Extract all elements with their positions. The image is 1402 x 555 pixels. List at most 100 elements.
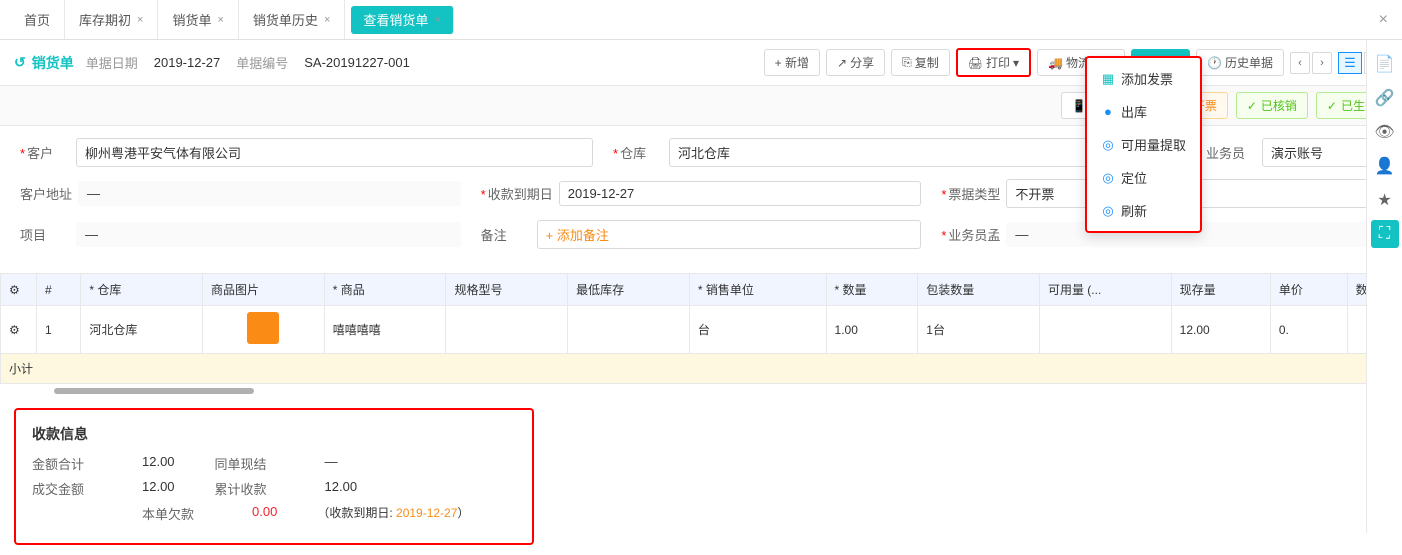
history-button[interactable]: 🕐 历史单据 (1196, 49, 1284, 76)
row-product: 嘻嘻嘻嘻 (324, 306, 446, 354)
subtotal-label: 小计 (1, 354, 1402, 384)
sales-order-icon: ↺ (14, 54, 26, 71)
total-amount-label: 金额合计 (32, 454, 102, 473)
col-available: 可用量 (... (1039, 274, 1171, 306)
payment-date-label: 收款到期日 (481, 184, 553, 203)
check-button[interactable]: ✓ 已核销 (1236, 92, 1308, 119)
tab-sales-order-close[interactable]: × (217, 14, 223, 26)
row-num: 1 (37, 306, 81, 354)
col-unit-price: 单价 (1270, 274, 1347, 306)
row-product-img (203, 306, 325, 354)
cumulative-label: 累计收款 (215, 479, 285, 498)
share-icon: ↗ (837, 56, 847, 70)
col-gear: ⚙ (1, 274, 37, 306)
history-icon: 🕐 (1207, 56, 1222, 70)
invoice-label: 票据类型 (941, 184, 1000, 203)
due-date-note: （收款到期日: 2019-12-27） (317, 504, 469, 523)
col-product-img: 商品图片 (203, 274, 325, 306)
window-close-button[interactable]: × (1379, 11, 1388, 29)
sidebar-eye-icon[interactable]: 👁 (1371, 118, 1399, 146)
current-due-value: 0.00 (252, 504, 277, 523)
prev-arrow[interactable]: ‹ (1290, 52, 1310, 74)
project-value: — (76, 222, 461, 247)
row-gear[interactable]: ⚙ (1, 306, 37, 354)
tab-view-sales[interactable]: 查看销货单 × (351, 6, 453, 34)
print-icon: 🖨 (968, 56, 983, 70)
horizontal-scrollbar[interactable] (54, 388, 254, 394)
tab-home[interactable]: 首页 (10, 0, 65, 39)
check-icon: ✓ (1247, 99, 1257, 113)
same-order-label: 同单现结 (215, 454, 285, 473)
doc-meta: 单据日期 2019-12-27 单据编号 SA-20191227-001 (86, 53, 410, 72)
row-unit-price: 0. (1270, 306, 1347, 354)
copy-button[interactable]: ⎘ 复制 (891, 49, 950, 76)
doc-title: ↺ 销货单 (14, 53, 74, 73)
tab-sales-history-close[interactable]: × (324, 14, 330, 26)
dropdown-add-invoice[interactable]: ▦ 添加发票 (1087, 62, 1200, 95)
new-button[interactable]: + 新增 (764, 49, 820, 76)
col-quantity: * 数量 (826, 274, 918, 306)
col-min-stock: 最低库存 (568, 274, 690, 306)
dropdown-ship-out[interactable]: ● 出库 (1087, 95, 1200, 128)
customer-label: 客户 (20, 143, 70, 162)
next-arrow[interactable]: › (1312, 52, 1332, 74)
sidebar-expand-icon[interactable]: ⛶ (1371, 220, 1399, 248)
due-date-value: 2019-12-27 (396, 506, 457, 520)
current-due-label (32, 504, 102, 523)
right-sidebar: 📄 🔗 👁 👤 ★ ⛶ (1366, 40, 1402, 533)
payment-date-value[interactable]: 2019-12-27 (559, 181, 922, 206)
tab-bar: 首页 库存期初 × 销货单 × 销货单历史 × 查看销货单 × × (0, 0, 1402, 40)
address-label: 客户地址 (20, 184, 72, 203)
total-amount-value: 12.00 (142, 454, 175, 473)
product-table: ⚙ # * 仓库 商品图片 * 商品 规格型号 最低库存 * 销售单位 * 数量… (0, 273, 1402, 384)
share-button[interactable]: ↗ 分享 (826, 49, 885, 76)
address-field: 客户地址 — (20, 181, 461, 206)
tab-sales-history[interactable]: 销货单历史 × (239, 0, 345, 39)
print-button[interactable]: 🖨 打印 ▾ (956, 48, 1031, 77)
ship-out-icon: ● (1101, 105, 1115, 119)
current-due-static-label: 本单欠款 (142, 504, 212, 523)
payment-row-3: 本单欠款 0.00 （收款到期日: 2019-12-27） (32, 504, 516, 523)
customer-value[interactable]: 柳州粤港平安气体有限公司 (76, 138, 593, 167)
payment-date-field: 收款到期日 2019-12-27 (481, 181, 922, 206)
note-label: 备注 (481, 225, 531, 244)
doc-title-area: ↺ 销货单 单据日期 2019-12-27 单据编号 SA-20191227-0… (14, 53, 410, 73)
table-scrollbar-area (14, 388, 1388, 394)
refresh-icon: ◎ (1101, 204, 1115, 218)
transaction-amount-value: 12.00 (142, 479, 175, 498)
tab-stock-init-close[interactable]: × (137, 14, 143, 26)
row-quantity: 1.00 (826, 306, 918, 354)
dropdown-locate[interactable]: ◎ 定位 (1087, 161, 1200, 194)
add-invoice-icon: ▦ (1101, 72, 1115, 86)
add-note-button[interactable]: + 添加备注 (537, 220, 922, 249)
available-qty-icon: ◎ (1101, 138, 1115, 152)
tab-stock-init[interactable]: 库存期初 × (65, 0, 158, 39)
col-spec: 规格型号 (446, 274, 568, 306)
table-row: ⚙ 1 河北仓库 嘻嘻嘻嘻 台 1.00 1台 12.00 0. (1, 306, 1402, 354)
warehouse-label: 仓库 (613, 143, 663, 162)
subtotal-row: 小计 (1, 354, 1402, 384)
sidebar-link-icon[interactable]: 🔗 (1371, 84, 1399, 112)
project-field: 项目 — (20, 222, 461, 247)
print-dropdown-arrow: ▾ (1013, 56, 1019, 70)
tab-sales-order[interactable]: 销货单 × (158, 0, 238, 39)
col-sales-unit: * 销售单位 (689, 274, 826, 306)
copy-icon: ⎘ (902, 55, 912, 70)
truck-icon: 🚚 (1048, 56, 1063, 70)
staff-label: 业务员 (1206, 143, 1256, 162)
list-view-btn[interactable]: ☰ (1338, 52, 1362, 74)
staff-value: 演示账号 (1262, 138, 1382, 167)
staff-field: 业务员 演示账号 (1206, 138, 1382, 167)
sidebar-user-icon[interactable]: 👤 (1371, 152, 1399, 180)
toolbar-right: + 新增 ↗ 分享 ⎘ 复制 🖨 打印 ▾ 🚚 物流信息 ⊞ 操作 (764, 48, 1388, 77)
dropdown-refresh[interactable]: ◎ 刷新 (1087, 194, 1200, 227)
sidebar-doc-icon[interactable]: 📄 (1371, 50, 1399, 78)
sidebar-star-icon[interactable]: ★ (1371, 186, 1399, 214)
project-label: 项目 (20, 225, 70, 244)
nav-arrows: ‹ › (1290, 52, 1332, 74)
row-sales-unit: 台 (689, 306, 826, 354)
tab-view-sales-close[interactable]: × (434, 14, 440, 26)
payment-info-title: 收款信息 (32, 424, 516, 444)
payment-info-box: 收款信息 金额合计 12.00 同单现结 — 成交金额 12.00 累计收款 1… (14, 408, 534, 545)
dropdown-available-qty[interactable]: ◎ 可用量提取 (1087, 128, 1200, 161)
